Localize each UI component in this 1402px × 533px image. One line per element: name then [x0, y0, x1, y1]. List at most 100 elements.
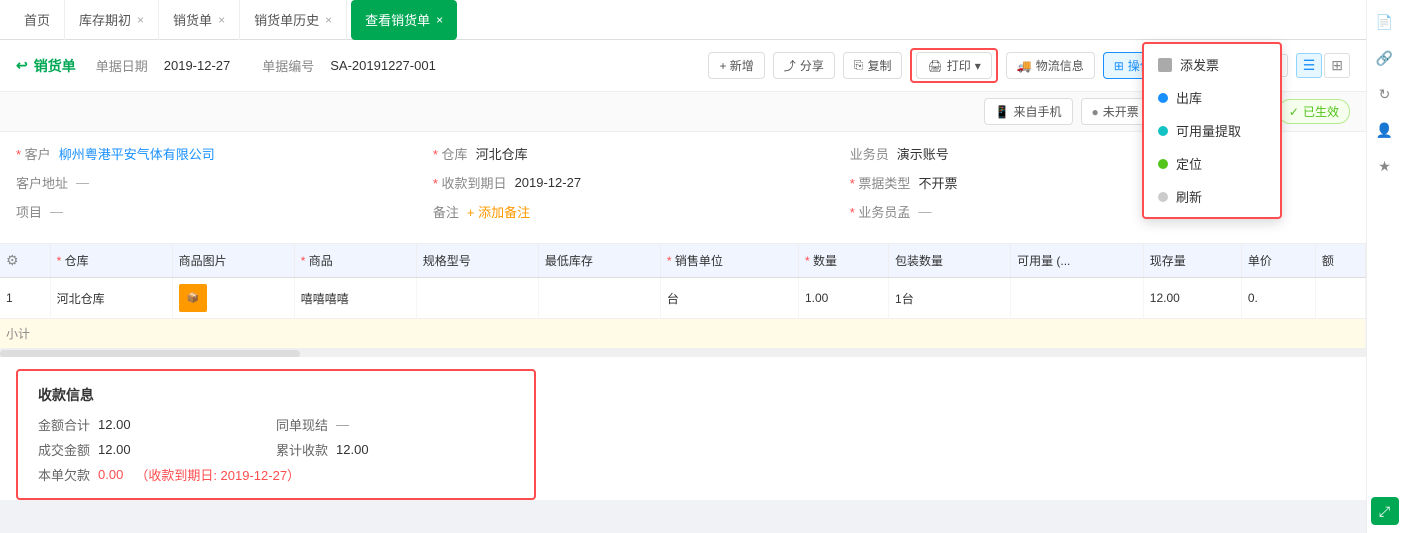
- product-thumbnail: 📦: [179, 284, 207, 312]
- transaction-amount-row: 成交金额 12.00: [38, 440, 276, 459]
- main-content: ↩ 销货单 单据日期 2019-12-27 单据编号 SA-20191227-0…: [0, 40, 1366, 500]
- salesperson-value: 演示账号: [897, 144, 949, 163]
- col-pack-qty: 包装数量: [889, 244, 1011, 278]
- print-icon: 🖨: [927, 59, 942, 73]
- available-qty-item[interactable]: 可用量提取: [1144, 114, 1280, 147]
- cell-pack-qty: 1台: [889, 278, 1011, 319]
- payment-info-title: 收款信息: [38, 385, 514, 405]
- sidebar-reload-icon[interactable]: ↻: [1371, 80, 1399, 108]
- payment-due-label: 收款到期日: [433, 173, 507, 192]
- view-switch: ☰ ⊞: [1296, 53, 1350, 78]
- cell-available: [1011, 278, 1144, 319]
- address-field: 客户地址 —: [16, 173, 433, 192]
- sidebar-link-icon[interactable]: 🔗: [1371, 44, 1399, 72]
- col-amount: 额: [1315, 244, 1365, 278]
- view-list-button[interactable]: ☰: [1296, 53, 1323, 78]
- cell-quantity: 1.00: [798, 278, 888, 319]
- note-field: 备注 + 添加备注: [433, 202, 850, 221]
- logistics-button[interactable]: 🚚 物流信息: [1006, 52, 1095, 79]
- add-invoice-icon: [1158, 58, 1172, 72]
- col-quantity: 数量: [798, 244, 888, 278]
- view-grid-button[interactable]: ⊞: [1324, 53, 1350, 78]
- customer-value[interactable]: 柳州粤港平安气体有限公司: [59, 144, 215, 163]
- cell-current-qty: 12.00: [1143, 278, 1241, 319]
- refresh-dot: [1158, 192, 1168, 202]
- same-bill-value: —: [336, 417, 349, 432]
- col-min-stock: 最低库存: [538, 244, 660, 278]
- doc-title-icon: ↩: [16, 57, 28, 74]
- table-wrapper: ⚙ 仓库 商品图片 商品 规格型号 最低库存 销售单位 数量 包装数量 可用量 …: [0, 243, 1366, 357]
- cumulative-payment-row: 累计收款 12.00: [276, 440, 514, 459]
- doc-title-text: 销货单: [34, 56, 76, 76]
- col-spec: 规格型号: [416, 244, 538, 278]
- customer-label: 客户: [16, 144, 51, 163]
- col-current-qty: 现存量: [1143, 244, 1241, 278]
- print-btn-wrapper: 🖨 打印 ▾: [910, 48, 997, 83]
- current-due-label: 本单欠款: [38, 465, 90, 484]
- total-amount-value: 12.00: [98, 417, 131, 432]
- doc-title: ↩ 销货单: [16, 56, 76, 76]
- cell-product: 嘻嘻嘻嘻: [294, 278, 416, 319]
- sidebar-doc-icon[interactable]: 📄: [1371, 8, 1399, 36]
- locate-dot: [1158, 159, 1168, 169]
- add-invoice-item[interactable]: 添发票: [1144, 48, 1280, 81]
- project-value: —: [50, 204, 63, 219]
- copy-icon: ⎘: [854, 58, 864, 73]
- product-table: ⚙ 仓库 商品图片 商品 规格型号 最低库存 销售单位 数量 包装数量 可用量 …: [0, 244, 1366, 349]
- out-warehouse-item[interactable]: 出库: [1144, 81, 1280, 114]
- payment-grid: 金额合计 12.00 同单现结 — 成交金额 12.00 累计收款 12.00 …: [38, 415, 514, 484]
- not-opened-button[interactable]: ● 未开票: [1081, 98, 1150, 125]
- salesperson-label: 业务员: [850, 144, 889, 163]
- doc-no-label: 单据编号: [262, 56, 314, 75]
- project-field: 项目 —: [16, 202, 433, 221]
- sidebar-expand-icon[interactable]: ⤢: [1371, 497, 1399, 525]
- total-amount-row: 金额合计 12.00: [38, 415, 276, 434]
- from-mobile-button[interactable]: 📱 来自手机: [984, 98, 1073, 125]
- sidebar-star-icon[interactable]: ★: [1371, 152, 1399, 180]
- locate-item[interactable]: 定位: [1144, 147, 1280, 180]
- print-dropdown-arrow: ▾: [975, 59, 981, 73]
- cell-spec: [416, 278, 538, 319]
- doc-no-value: SA-20191227-001: [330, 58, 436, 73]
- print-button[interactable]: 🖨 打印 ▾: [916, 52, 991, 79]
- subtotal-row: 小计: [0, 319, 1366, 349]
- tab-sales-order[interactable]: 销货单 ×: [159, 0, 240, 40]
- tab-close-view-sales[interactable]: ×: [436, 13, 443, 27]
- scroll-bar[interactable]: [0, 349, 1366, 357]
- sidebar-user-icon[interactable]: 👤: [1371, 116, 1399, 144]
- due-date-note: （收款到期日: 2019-12-27）: [135, 465, 300, 484]
- col-warehouse: 仓库: [50, 244, 172, 278]
- doc-date-label: 单据日期: [96, 56, 148, 75]
- table-header-row: ⚙ 仓库 商品图片 商品 规格型号 最低库存 销售单位 数量 包装数量 可用量 …: [0, 244, 1366, 278]
- col-sales-unit: 销售单位: [660, 244, 798, 278]
- tab-inventory-init[interactable]: 库存期初 ×: [65, 0, 159, 40]
- share-button[interactable]: ⤴ 分享: [773, 52, 835, 79]
- col-unit-price: 单价: [1241, 244, 1315, 278]
- tab-close-sales-order[interactable]: ×: [218, 13, 225, 27]
- cell-sales-unit: 台: [660, 278, 798, 319]
- tab-view-sales[interactable]: 查看销货单 ×: [351, 0, 457, 40]
- refresh-item[interactable]: 刷新: [1144, 180, 1280, 213]
- check2-icon: ✓: [1289, 105, 1299, 119]
- available-qty-dot: [1158, 126, 1168, 136]
- tab-close-inventory-init[interactable]: ×: [137, 13, 144, 27]
- copy-button[interactable]: ⎘ 复制: [843, 52, 903, 79]
- current-due-row: 本单欠款 0.00 （收款到期日: 2019-12-27）: [38, 465, 514, 484]
- same-bill-row: 同单现结 —: [276, 415, 514, 434]
- note-add-label[interactable]: + 添加备注: [467, 202, 530, 221]
- address-label: 客户地址: [16, 173, 68, 192]
- cell-amount: [1315, 278, 1365, 319]
- operations-icon: ⊞: [1114, 59, 1124, 73]
- warehouse-field: 仓库 河北仓库: [433, 144, 850, 163]
- col-product-img: 商品图片: [172, 244, 294, 278]
- ticket-type-value: 不开票: [918, 173, 957, 192]
- tab-sales-history[interactable]: 销货单历史 ×: [240, 0, 347, 40]
- gear-icon[interactable]: ⚙: [6, 252, 19, 268]
- cell-unit-price: 0.: [1241, 278, 1315, 319]
- print-highlight-box: 🖨 打印 ▾: [910, 48, 997, 83]
- new-button[interactable]: + 新增: [708, 52, 764, 79]
- tab-bar: 首页 库存期初 × 销货单 × 销货单历史 × 查看销货单 × ×: [0, 0, 1402, 40]
- total-amount-label: 金额合计: [38, 415, 90, 434]
- tab-home[interactable]: 首页: [10, 0, 65, 40]
- tab-close-sales-history[interactable]: ×: [325, 13, 332, 27]
